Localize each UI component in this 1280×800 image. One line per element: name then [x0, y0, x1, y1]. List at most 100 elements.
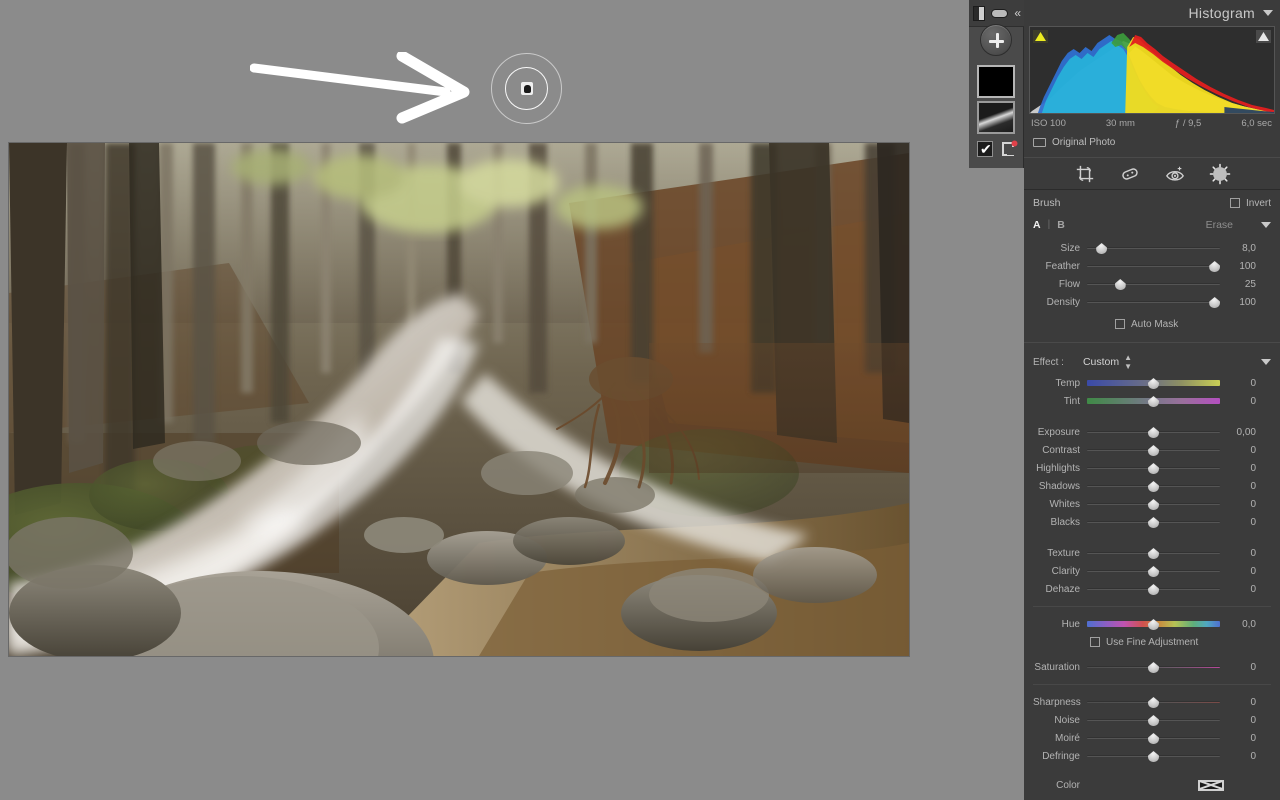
slider-value[interactable]: 0 — [1228, 697, 1256, 708]
slider-track[interactable] — [1087, 564, 1220, 578]
slider-row[interactable]: Blacks 0 — [1033, 513, 1271, 531]
slider-value[interactable]: 0 — [1228, 662, 1256, 673]
invert-toggle[interactable]: Invert — [1229, 198, 1271, 209]
effect-collapse-icon[interactable] — [1261, 359, 1271, 365]
slider-row[interactable]: Dehaze 0 — [1033, 580, 1271, 598]
slider-value[interactable]: 100 — [1228, 297, 1256, 308]
slider-track[interactable] — [1087, 713, 1220, 727]
slider-value[interactable]: 0 — [1228, 499, 1256, 510]
brush-section[interactable]: Brush Invert A | B Erase Size 8,0 Feathe… — [1024, 190, 1280, 333]
slider-row[interactable]: Hue 0,0 — [1033, 615, 1271, 633]
slider-value[interactable]: 0 — [1228, 481, 1256, 492]
slider-value[interactable]: 100 — [1228, 261, 1256, 272]
slider-track[interactable] — [1087, 731, 1220, 745]
brush-mode-b[interactable]: B — [1057, 219, 1065, 231]
develop-right-panel[interactable]: Histogram ISO 100 30 mm ƒ / 9,5 6,0 sec … — [1024, 0, 1280, 800]
slider-row[interactable]: Contrast 0 — [1033, 441, 1271, 459]
slider-track[interactable] — [1087, 515, 1220, 529]
slider-track[interactable] — [1087, 497, 1220, 511]
effect-header-row[interactable]: Effect : Custom ▲ ▼ — [1024, 352, 1280, 372]
histogram-header[interactable]: Histogram — [1024, 0, 1280, 26]
slider-track[interactable] — [1087, 660, 1220, 674]
tool-row[interactable] — [1024, 158, 1280, 190]
slider-row[interactable]: Whites 0 — [1033, 495, 1271, 513]
auto-mask-checkbox[interactable] — [1115, 319, 1125, 329]
slider-value[interactable]: 0 — [1228, 396, 1256, 407]
slider-value[interactable]: 0 — [1228, 378, 1256, 389]
mask-strip-header[interactable]: « — [969, 0, 1024, 27]
slider-track[interactable] — [1087, 582, 1220, 596]
slider-value[interactable]: 0 — [1228, 566, 1256, 577]
slider-track[interactable] — [1087, 695, 1220, 709]
brush-mode-a[interactable]: A — [1033, 219, 1041, 231]
slider-row[interactable]: Saturation 0 — [1033, 658, 1271, 676]
masking-brush-tool-icon[interactable] — [1208, 162, 1232, 186]
mask-thumbnail-gradient[interactable] — [977, 101, 1015, 134]
slider-row[interactable]: Temp 0 — [1033, 374, 1271, 392]
color-row[interactable]: Color — [1024, 774, 1280, 796]
brush-collapse-icon[interactable] — [1261, 221, 1271, 228]
slider-value[interactable]: 8,0 — [1228, 243, 1256, 254]
slider-value[interactable]: 0 — [1228, 733, 1256, 744]
original-photo-toggle[interactable]: Original Photo — [1024, 129, 1280, 148]
crop-tool-icon[interactable] — [1073, 162, 1097, 186]
slider-row[interactable]: Flow 25 — [1033, 275, 1271, 293]
red-eye-tool-icon[interactable] — [1163, 162, 1187, 186]
slider-track[interactable] — [1087, 295, 1221, 309]
fine-adjustment-toggle[interactable]: Use Fine Adjustment — [1033, 633, 1271, 651]
slider-track[interactable] — [1087, 376, 1220, 390]
photo-canvas-area[interactable] — [0, 0, 1024, 800]
photo-preview[interactable] — [9, 143, 909, 656]
fine-adjustment-checkbox[interactable] — [1090, 637, 1100, 647]
slider-track[interactable] — [1087, 277, 1220, 291]
slider-value[interactable]: 0 — [1228, 445, 1256, 456]
add-mask-button[interactable] — [980, 24, 1012, 56]
slider-value[interactable]: 0 — [1228, 715, 1256, 726]
shadow-clipping-warning-icon[interactable] — [1033, 30, 1048, 43]
slider-track[interactable] — [1087, 259, 1221, 273]
auto-mask-toggle[interactable]: Auto Mask — [1033, 315, 1271, 333]
slider-track[interactable] — [1087, 461, 1220, 475]
slider-value[interactable]: 0,0 — [1228, 619, 1256, 630]
slider-track[interactable] — [1087, 546, 1220, 560]
slider-track[interactable] — [1087, 425, 1220, 439]
split-swatch-icon[interactable] — [973, 5, 986, 21]
slider-track[interactable] — [1087, 749, 1220, 763]
slider-row[interactable]: Size 8,0 — [1033, 239, 1271, 257]
slider-track[interactable] — [1087, 617, 1220, 631]
slider-value[interactable]: 0 — [1228, 584, 1256, 595]
slider-row[interactable]: Shadows 0 — [1033, 477, 1271, 495]
slider-value[interactable]: 0 — [1228, 463, 1256, 474]
slider-track[interactable] — [1087, 479, 1220, 493]
invert-checkbox[interactable] — [1229, 198, 1240, 208]
brush-mode-erase[interactable]: Erase — [1206, 219, 1233, 231]
slider-value[interactable]: 0 — [1228, 548, 1256, 559]
slider-value[interactable]: 0,00 — [1228, 427, 1256, 438]
slider-row[interactable]: Moiré 0 — [1033, 729, 1271, 747]
slider-value[interactable]: 0 — [1228, 517, 1256, 528]
slider-row[interactable]: Feather 100 — [1033, 257, 1271, 275]
duplicate-mask-icon[interactable] — [1002, 140, 1018, 157]
slider-track[interactable] — [1087, 394, 1220, 408]
collapse-panel-icon[interactable]: « — [1014, 7, 1021, 19]
slider-row[interactable]: Clarity 0 — [1033, 562, 1271, 580]
slider-track[interactable] — [1087, 443, 1220, 457]
slider-row[interactable]: Texture 0 — [1033, 544, 1271, 562]
chevron-down-icon[interactable] — [1263, 10, 1273, 16]
spot-heal-tool-icon[interactable] — [1118, 162, 1142, 186]
slider-row[interactable]: Density 100 — [1033, 293, 1271, 311]
mask-thumbnail-black[interactable] — [977, 65, 1015, 98]
pill-toggle-icon[interactable] — [991, 8, 1009, 18]
slider-row[interactable]: Defringe 0 — [1033, 747, 1271, 765]
histogram-chart[interactable] — [1029, 26, 1275, 114]
slider-track[interactable] — [1087, 241, 1220, 255]
up-down-stepper-icon[interactable]: ▲ ▼ — [1124, 353, 1132, 371]
color-swatch-button[interactable] — [1198, 779, 1224, 791]
highlight-clipping-warning-icon[interactable] — [1256, 30, 1271, 43]
slider-row[interactable]: Tint 0 — [1033, 392, 1271, 410]
slider-value[interactable]: 25 — [1228, 279, 1256, 290]
mask-visibility-checkbox[interactable]: ✔ — [977, 141, 993, 157]
slider-value[interactable]: 0 — [1228, 751, 1256, 762]
effect-preset-value[interactable]: Custom — [1083, 356, 1119, 368]
mask-tool-strip[interactable]: « ✔ — [969, 0, 1024, 168]
